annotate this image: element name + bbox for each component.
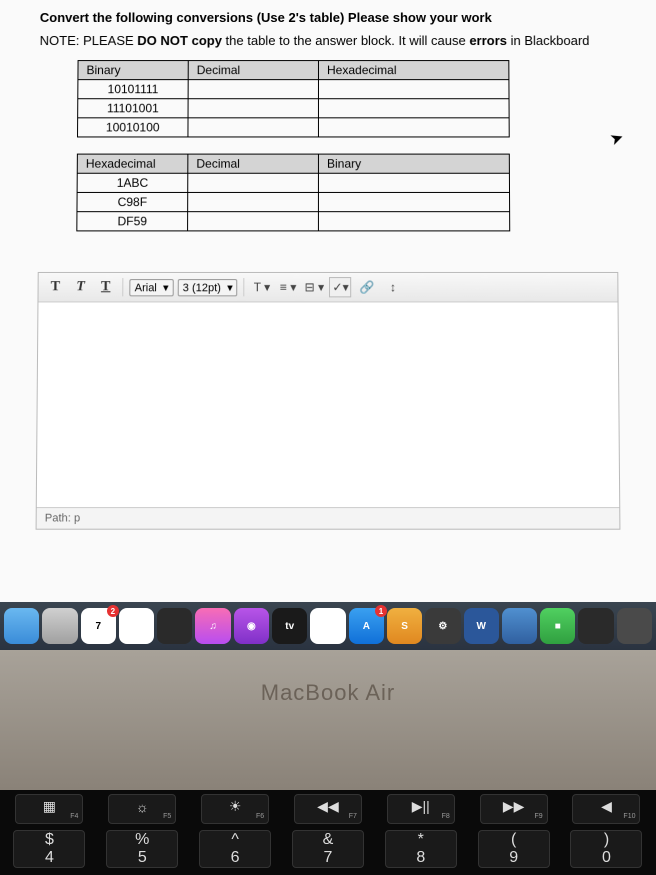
editor-textarea[interactable] [37, 302, 619, 507]
dock-icon-photos[interactable] [119, 608, 154, 644]
laptop-body: MacBook Air [0, 650, 656, 790]
dock-icon-appstore[interactable]: A1 [349, 608, 384, 644]
table2-header-decimal: Decimal [188, 154, 319, 173]
underline-button[interactable]: T [95, 277, 117, 297]
table2-header-binary: Binary [318, 154, 509, 173]
dock-icon-settings[interactable]: ⚙ [425, 608, 460, 644]
key-f4[interactable]: ▦F4 [15, 794, 83, 824]
key-6[interactable]: ^6 [199, 830, 271, 868]
key-0[interactable]: )0 [570, 830, 642, 868]
dock-icon-mail[interactable]: S [387, 608, 422, 644]
table-hex: Hexadecimal Decimal Binary 1ABC C98F DF5… [76, 154, 510, 232]
rich-text-editor: T T T Arial ▾ 3 (12pt) ▾ T ▾ ≡ ▾ ⊟ ▾ ✓▾ … [36, 272, 621, 530]
table1-header-hex: Hexadecimal [318, 61, 508, 80]
key-f10[interactable]: ◀F10 [572, 794, 640, 824]
dock-icon-word[interactable]: W [464, 608, 499, 644]
instruction-text: Convert the following conversions (Use 2… [40, 10, 616, 25]
key-8[interactable]: *8 [385, 830, 457, 868]
table-row: 10010100 [78, 118, 510, 137]
expand-button[interactable]: ↕ [382, 277, 404, 297]
dock-icon-calendar[interactable]: 72 [81, 608, 116, 644]
dock-icon-launchpad[interactable] [42, 608, 77, 644]
bullet-list-button[interactable]: ≡ ▾ [277, 277, 299, 297]
dock-icon-appletv[interactable]: tv [272, 608, 307, 644]
macos-dock: 72 ♫◉tv A1S⚙W ■ [0, 602, 656, 650]
key-f8[interactable]: ▶||F8 [387, 794, 455, 824]
dock-icon-safari[interactable] [310, 608, 345, 644]
table-binary: Binary Decimal Hexadecimal 10101111 1110… [77, 60, 510, 137]
editor-path: Path: p [37, 507, 620, 529]
key-9[interactable]: (9 [478, 830, 550, 868]
badge-icon: 1 [375, 605, 387, 617]
font-size-select[interactable]: 3 (12pt) ▾ [178, 279, 238, 296]
table1-header-binary: Binary [78, 61, 188, 80]
laptop-model-text: MacBook Air [0, 650, 656, 706]
key-4[interactable]: $4 [13, 830, 85, 868]
dock-icon-app2[interactable] [617, 608, 652, 644]
note-text: NOTE: PLEASE DO NOT copy the table to th… [40, 33, 617, 48]
bold-button[interactable]: T [45, 277, 67, 297]
table-row: 1ABC [77, 173, 509, 192]
dock-icon-app1[interactable] [578, 608, 613, 644]
table-row: 11101001 [78, 99, 509, 118]
dock-icon-podcasts[interactable]: ◉ [234, 608, 269, 644]
key-5[interactable]: %5 [106, 830, 178, 868]
key-f7[interactable]: ◀◀F7 [294, 794, 362, 824]
badge-icon: 2 [107, 605, 119, 617]
dock-icon-facetime[interactable]: ■ [540, 608, 575, 644]
dock-icon-reminders[interactable] [157, 608, 192, 644]
table-row: 10101111 [78, 80, 509, 99]
table1-header-decimal: Decimal [188, 61, 318, 80]
text-color-button[interactable]: T ▾ [251, 277, 273, 297]
dock-icon-itunes[interactable]: ♫ [195, 608, 230, 644]
number-list-button[interactable]: ⊟ ▾ [303, 277, 325, 297]
key-f5[interactable]: ☼F5 [108, 794, 176, 824]
key-f6[interactable]: ☀F6 [201, 794, 269, 824]
attach-button[interactable]: 🔗 [356, 277, 378, 297]
italic-button[interactable]: T [70, 277, 91, 297]
table2-header-hex: Hexadecimal [77, 154, 188, 173]
spell-check-button[interactable]: ✓▾ [329, 277, 351, 297]
table-row: C98F [77, 192, 510, 211]
dock-icon-finder[interactable] [4, 608, 39, 644]
dock-icon-preview[interactable] [502, 608, 537, 644]
editor-toolbar: T T T Arial ▾ 3 (12pt) ▾ T ▾ ≡ ▾ ⊟ ▾ ✓▾ … [38, 273, 617, 302]
table-row: DF59 [77, 212, 510, 231]
key-f9[interactable]: ▶▶F9 [480, 794, 548, 824]
key-7[interactable]: &7 [292, 830, 364, 868]
font-family-select[interactable]: Arial ▾ [130, 279, 174, 296]
keyboard: ▦F4 ☼F5 ☀F6 ◀◀F7 ▶||F8 ▶▶F9 ◀F10 $4 %5 ^6&7 *8 (9)… [0, 790, 656, 875]
